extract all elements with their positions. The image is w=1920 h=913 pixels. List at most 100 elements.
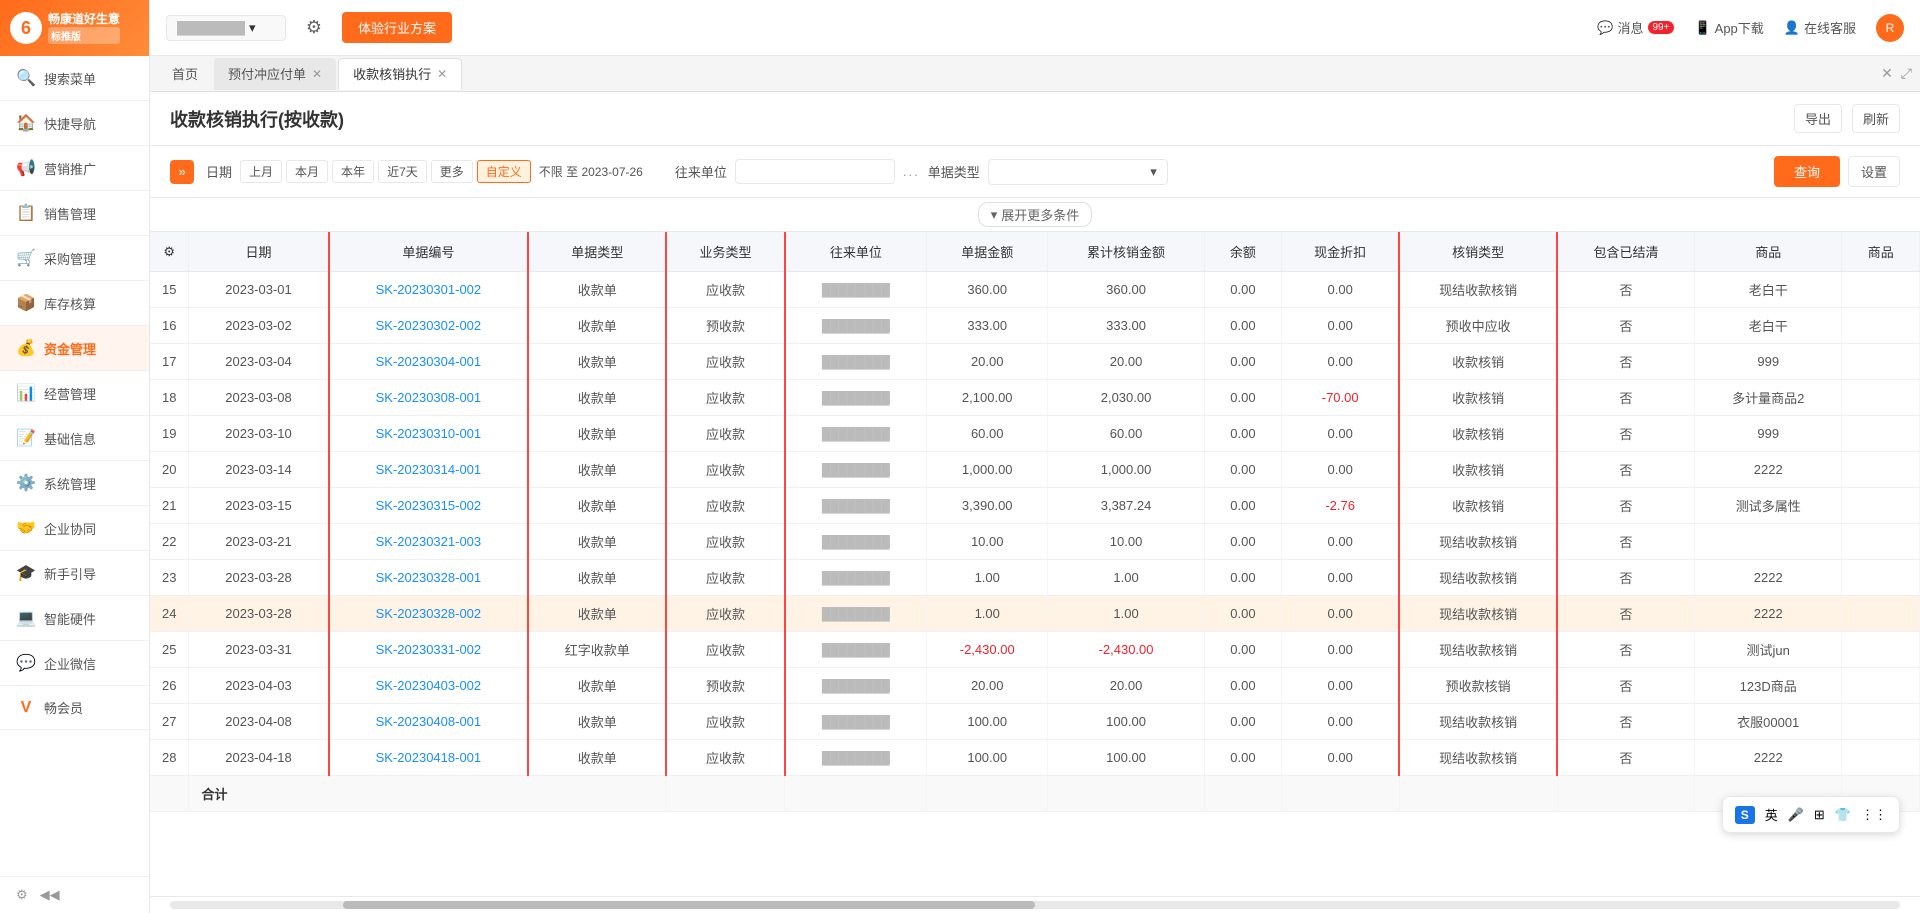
- voucher-link[interactable]: SK-20230408-001: [376, 714, 482, 729]
- custom-date-btn[interactable]: 自定义: [477, 160, 531, 183]
- inventory-icon: 📦: [16, 293, 36, 313]
- sales-icon: 📋: [16, 203, 36, 223]
- voucher-link[interactable]: SK-20230418-001: [376, 750, 482, 765]
- expand-conditions-btn[interactable]: ▾ 展开更多条件: [978, 202, 1093, 227]
- sidebar-item-purchase[interactable]: 🛒 采购管理: [0, 236, 149, 281]
- voucher-link[interactable]: SK-20230310-001: [376, 426, 482, 441]
- sidebar-item-marketing[interactable]: 📢 营销推广: [0, 146, 149, 191]
- main-content: ████████ ▾ ⚙ 体验行业方案 💬 消息 99+ 📱 App下载 👤 在…: [150, 0, 1920, 913]
- widget-grid-icon[interactable]: ⊞: [1814, 807, 1825, 823]
- sidebar-item-member[interactable]: V 畅会员: [0, 686, 149, 730]
- top-header: ████████ ▾ ⚙ 体验行业方案 💬 消息 99+ 📱 App下载 👤 在…: [150, 0, 1920, 56]
- export-button[interactable]: 导出: [1794, 104, 1842, 133]
- voucher-link[interactable]: SK-20230314-001: [376, 462, 482, 477]
- floating-widget: S 英 🎤 ⊞ 👕 ⋮⋮: [1722, 796, 1900, 833]
- sidebar-item-enterprise[interactable]: 🤝 企业协同: [0, 506, 149, 551]
- partner-input[interactable]: [735, 159, 895, 184]
- tab-prepay[interactable]: 预付冲应付单 ✕: [214, 58, 336, 90]
- cell-included: 否: [1557, 740, 1694, 776]
- cell-balance: 0.00: [1204, 740, 1281, 776]
- cell-balance: 0.00: [1204, 668, 1281, 704]
- finance-icon: 💰: [16, 338, 36, 358]
- col-date: 日期: [189, 232, 329, 272]
- industry-btn[interactable]: 体验行业方案: [342, 12, 452, 43]
- voucher-link[interactable]: SK-20230321-003: [376, 534, 482, 549]
- cell-no: 27: [150, 704, 189, 740]
- cell-date: 2023-03-14: [189, 452, 329, 488]
- sidebar-item-hardware[interactable]: 💻 智能硬件: [0, 596, 149, 641]
- last-month-btn[interactable]: 上月: [240, 160, 282, 183]
- widget-mic-icon[interactable]: 🎤: [1788, 807, 1804, 823]
- company-dropdown[interactable]: ████████ ▾: [166, 15, 286, 41]
- cell-cancel-type: 现结收款核销: [1399, 704, 1557, 740]
- tab-collection-close[interactable]: ✕: [437, 67, 447, 81]
- voucher-link[interactable]: SK-20230302-002: [376, 318, 482, 333]
- widget-shirt-icon: 👕: [1835, 807, 1851, 823]
- tab-maximize-icon[interactable]: ⤢: [1901, 65, 1912, 82]
- voucher-link[interactable]: SK-20230331-002: [376, 642, 482, 657]
- filter-row-partner: 往来单位 ... 单据类型 ▾: [675, 159, 1168, 185]
- sidebar-item-system[interactable]: ⚙️ 系统管理: [0, 461, 149, 506]
- query-button[interactable]: 查询: [1774, 156, 1840, 187]
- sidebar-item-label: 库存核算: [44, 294, 96, 313]
- message-item[interactable]: 💬 消息 99+: [1597, 18, 1674, 37]
- col-settings[interactable]: ⚙: [150, 232, 189, 272]
- more-date-btn[interactable]: 更多: [431, 160, 473, 183]
- cell-cancel-type: 收款核销: [1399, 380, 1557, 416]
- data-table-container: ⚙ 日期 单据编号 单据类型 业务类型 往来单位 单据金额 累计核销金额 余额 …: [150, 232, 1920, 896]
- sidebar-collapse-icon[interactable]: ◀◀: [40, 887, 60, 903]
- more-filters-dots[interactable]: ...: [903, 164, 920, 179]
- sidebar-item-operations[interactable]: 📊 经营管理: [0, 371, 149, 416]
- cell-no: 18: [150, 380, 189, 416]
- user-avatar[interactable]: R: [1876, 14, 1904, 42]
- voucher-type-select[interactable]: ▾: [988, 159, 1168, 185]
- system-icon: ⚙️: [16, 473, 36, 493]
- cell-no: 25: [150, 632, 189, 668]
- cell-no: 23: [150, 560, 189, 596]
- tab-collection[interactable]: 收款核销执行 ✕: [338, 58, 462, 90]
- logo-icon: 6: [10, 12, 42, 44]
- cell-voucher-no: SK-20230310-001: [329, 416, 529, 452]
- voucher-link[interactable]: SK-20230403-002: [376, 678, 482, 693]
- sidebar-item-inventory[interactable]: 📦 库存核算: [0, 281, 149, 326]
- sidebar-settings-icon[interactable]: ⚙: [16, 887, 28, 903]
- voucher-link[interactable]: SK-20230315-002: [376, 498, 482, 513]
- this-month-btn[interactable]: 本月: [286, 160, 328, 183]
- voucher-link[interactable]: SK-20230304-001: [376, 354, 482, 369]
- voucher-link[interactable]: SK-20230308-001: [376, 390, 482, 405]
- cell-cancel-type: 现结收款核销: [1399, 524, 1557, 560]
- sidebar-item-wechat[interactable]: 💬 企业微信: [0, 641, 149, 686]
- tab-home-label: 首页: [172, 64, 198, 83]
- this-year-btn[interactable]: 本年: [332, 160, 374, 183]
- cell-included: 否: [1557, 380, 1694, 416]
- refresh-button[interactable]: 刷新: [1852, 104, 1900, 133]
- settings-gear-icon[interactable]: ⚙: [298, 12, 330, 44]
- voucher-link[interactable]: SK-20230301-002: [376, 282, 482, 297]
- sidebar-item-finance[interactable]: 💰 资金管理: [0, 326, 149, 371]
- cell-partner: ████████: [785, 560, 927, 596]
- purchase-icon: 🛒: [16, 248, 36, 268]
- table-settings-icon[interactable]: ⚙: [163, 244, 175, 259]
- sidebar-item-search[interactable]: 🔍 搜索菜单: [0, 56, 149, 101]
- voucher-link[interactable]: SK-20230328-001: [376, 570, 482, 585]
- cell-date: 2023-03-01: [189, 272, 329, 308]
- last-7days-btn[interactable]: 近7天: [378, 160, 427, 183]
- sidebar-item-basics[interactable]: 📝 基础信息: [0, 416, 149, 461]
- app-download-item[interactable]: 📱 App下载: [1694, 18, 1763, 37]
- filter-collapse-button[interactable]: »: [170, 160, 194, 184]
- sidebar-item-guide[interactable]: 🎓 新手引导: [0, 551, 149, 596]
- filter-settings-button[interactable]: 设置: [1848, 156, 1900, 187]
- tab-home[interactable]: 首页: [158, 58, 212, 90]
- cell-biz-type: 应收款: [666, 344, 784, 380]
- sidebar-item-sales[interactable]: 📋 销售管理: [0, 191, 149, 236]
- cell-amount: 1.00: [927, 560, 1048, 596]
- cell-voucher-type: 收款单: [528, 740, 666, 776]
- tab-close-all-icon[interactable]: ✕: [1881, 65, 1893, 82]
- online-service-item[interactable]: 👤 在线客服: [1784, 18, 1856, 37]
- voucher-link[interactable]: SK-20230328-002: [376, 606, 482, 621]
- widget-apps-icon[interactable]: ⋮⋮: [1861, 807, 1887, 823]
- cell-product2: [1842, 668, 1920, 704]
- tab-prepay-close[interactable]: ✕: [312, 67, 322, 81]
- sidebar-item-quicknav[interactable]: 🏠 快捷导航: [0, 101, 149, 146]
- cell-voucher-no: SK-20230301-002: [329, 272, 529, 308]
